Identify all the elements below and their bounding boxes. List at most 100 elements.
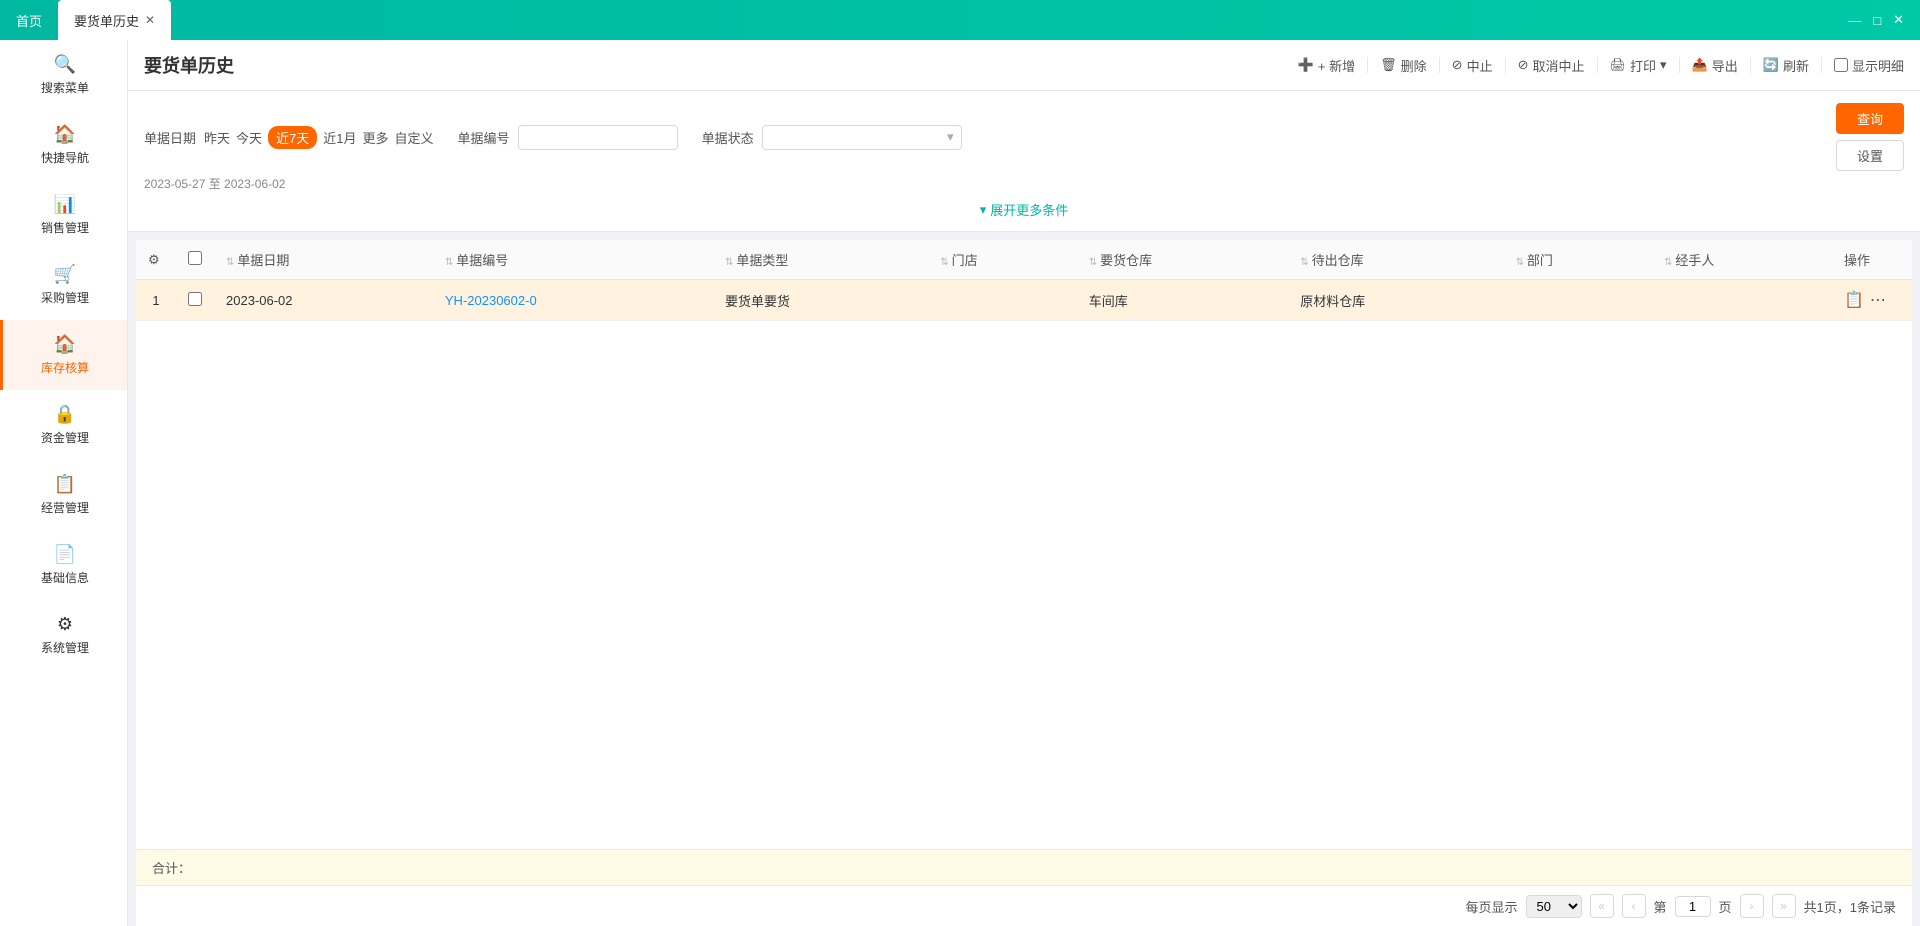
prev-page-btn[interactable]: ‹ (1622, 894, 1646, 918)
col-handler[interactable]: 经手人 (1652, 240, 1832, 280)
sidebar-item-search-label: 搜索菜单 (41, 79, 89, 96)
query-button[interactable]: 查询 (1836, 103, 1904, 134)
settings-button[interactable]: 设置 (1836, 140, 1904, 171)
total-info: 共1页，1条记录 (1804, 897, 1896, 916)
page-size-select[interactable]: 10 20 50 100 (1526, 895, 1582, 918)
col-doc-date[interactable]: 单据日期 (214, 240, 433, 280)
table-body: 1 2023-06-02 YH-20230602-0 要货单要货 (136, 280, 1912, 321)
pagination-bar: 每页显示 10 20 50 100 « ‹ 第 页 › » 共1页，1条记录 (136, 885, 1912, 926)
sidebar-item-purchase[interactable]: 🛒 采购管理 (0, 250, 127, 320)
col-actions: 操作 (1832, 240, 1912, 280)
date-filter-label: 单据日期 (144, 128, 196, 147)
sidebar-item-system[interactable]: ⚙ 系统管理 (0, 600, 127, 670)
tab-close-icon[interactable]: ✕ (145, 13, 155, 27)
sidebar-item-finance[interactable]: 🔒 资金管理 (0, 390, 127, 460)
shortcut-custom[interactable]: 自定义 (395, 128, 434, 147)
row-more-icon[interactable]: ⋯ (1870, 290, 1886, 310)
tab-home[interactable]: 首页 (0, 0, 58, 40)
sales-icon: 📊 (54, 194, 76, 215)
export-button[interactable]: 📤 导出 (1692, 56, 1738, 75)
shortcut-more[interactable]: 更多 (363, 128, 389, 147)
shortcut-today[interactable]: 今天 (236, 128, 262, 147)
tab-requisition-history[interactable]: 要货单历史 ✕ (58, 0, 171, 40)
maximize-icon[interactable]: □ (1873, 13, 1881, 28)
row-checkbox[interactable] (188, 292, 202, 306)
system-icon: ⚙ (57, 614, 73, 635)
new-icon: ➕ (1298, 57, 1314, 73)
display-detail-checkbox[interactable] (1834, 58, 1848, 72)
col-department[interactable]: 部门 (1503, 240, 1652, 280)
row-edit-icon[interactable]: 📋 (1844, 290, 1864, 310)
table-container[interactable]: ⚙ 单据日期 单据编号 单据类型 门店 要货仓库 待出仓库 (136, 240, 1912, 849)
tab-requisition-label: 要货单历史 (74, 11, 139, 30)
sidebar-item-basic-info[interactable]: 📄 基础信息 (0, 530, 127, 600)
divider5 (1679, 57, 1680, 73)
export-icon: 📤 (1692, 57, 1708, 73)
cancel-stop-label: 取消中止 (1533, 56, 1585, 75)
tab-home-label: 首页 (16, 11, 42, 30)
sidebar-item-search-menu[interactable]: 🔍 搜索菜单 (0, 40, 127, 110)
print-button[interactable]: 🖨 打印 ▾ (1610, 56, 1667, 75)
search-menu-icon: 🔍 (54, 54, 76, 75)
next-page-btn[interactable]: › (1740, 894, 1764, 918)
new-button[interactable]: ➕ + 新增 (1298, 56, 1355, 75)
shortcut-last7days[interactable]: 近7天 (268, 126, 317, 149)
page-label-prefix: 第 (1654, 897, 1667, 916)
expand-more-btn[interactable]: ▾ 展开更多条件 (144, 192, 1904, 219)
col-pending-warehouse[interactable]: 待出仓库 (1288, 240, 1503, 280)
filter-area: 单据日期 昨天 今天 近7天 近1月 更多 自定义 单据编号 单据状态 (128, 91, 1920, 232)
docno-input[interactable] (518, 125, 678, 150)
sidebar-item-finance-label: 资金管理 (41, 429, 89, 446)
col-req-warehouse[interactable]: 要货仓库 (1077, 240, 1288, 280)
page-header: 要货单历史 ➕ + 新增 🗑 删除 ⊘ 中止 ⊘ (128, 40, 1920, 91)
shortcut-last1month[interactable]: 近1月 (323, 128, 356, 147)
sidebar-item-operations[interactable]: 📋 经营管理 (0, 460, 127, 530)
col-doc-type[interactable]: 单据类型 (713, 240, 928, 280)
divider4 (1597, 57, 1598, 73)
page-size-label: 每页显示 (1465, 897, 1517, 916)
refresh-label: 刷新 (1783, 56, 1809, 75)
divider1 (1367, 57, 1368, 73)
stop-button[interactable]: ⊘ 中止 (1452, 56, 1493, 75)
shortcut-yesterday[interactable]: 昨天 (204, 128, 230, 147)
select-all-checkbox[interactable] (188, 251, 202, 265)
col-checkbox (176, 240, 214, 280)
divider7 (1821, 57, 1822, 73)
row-req-warehouse: 车间库 (1077, 280, 1288, 321)
delete-button[interactable]: 🗑 删除 (1380, 56, 1427, 75)
display-detail-toggle[interactable]: 显示明细 (1834, 56, 1904, 75)
page-number-input[interactable] (1675, 896, 1711, 917)
sidebar-item-sales-label: 销售管理 (41, 219, 89, 236)
col-settings[interactable]: ⚙ (136, 240, 176, 280)
tab-list: 首页 要货单历史 ✕ (0, 0, 1848, 40)
sidebar-item-quick-nav[interactable]: 🏠 快捷导航 (0, 110, 127, 180)
filter-row-1: 单据日期 昨天 今天 近7天 近1月 更多 自定义 单据编号 单据状态 (144, 103, 1904, 171)
settings-gear-icon[interactable]: ⚙ (148, 252, 160, 267)
basic-info-icon: 📄 (54, 544, 76, 565)
close-icon[interactable]: ✕ (1893, 12, 1904, 28)
sidebar-item-inventory[interactable]: 🏠 库存核算 (0, 320, 127, 390)
table-footer: 合计： (136, 849, 1912, 885)
page-title: 要货单历史 (144, 52, 234, 78)
last-page-btn[interactable]: » (1772, 894, 1796, 918)
refresh-button[interactable]: 🔄 刷新 (1763, 56, 1809, 75)
window-controls: — □ ✕ (1848, 12, 1920, 28)
status-label: 单据状态 (702, 128, 754, 147)
first-page-btn[interactable]: « (1590, 894, 1614, 918)
expand-more-icon: ▾ (980, 202, 987, 218)
cancel-stop-button[interactable]: ⊘ 取消中止 (1518, 56, 1585, 75)
table-wrapper: ⚙ 单据日期 单据编号 单据类型 门店 要货仓库 待出仓库 (136, 240, 1912, 926)
delete-icon: 🗑 (1380, 57, 1397, 73)
divider6 (1750, 57, 1751, 73)
sidebar-item-operations-label: 经营管理 (41, 499, 89, 516)
status-select[interactable] (762, 125, 962, 150)
purchase-icon: 🛒 (54, 264, 76, 285)
col-store[interactable]: 门店 (928, 240, 1077, 280)
table-row: 1 2023-06-02 YH-20230602-0 要货单要货 (136, 280, 1912, 321)
row-action-buttons: 📋 ⋯ (1844, 290, 1900, 310)
docno-label: 单据编号 (458, 128, 510, 147)
sidebar-item-sales[interactable]: 📊 销售管理 (0, 180, 127, 250)
doc-no-link[interactable]: YH-20230602-0 (445, 293, 537, 308)
minimize-icon[interactable]: — (1848, 13, 1861, 28)
col-doc-no[interactable]: 单据编号 (433, 240, 713, 280)
